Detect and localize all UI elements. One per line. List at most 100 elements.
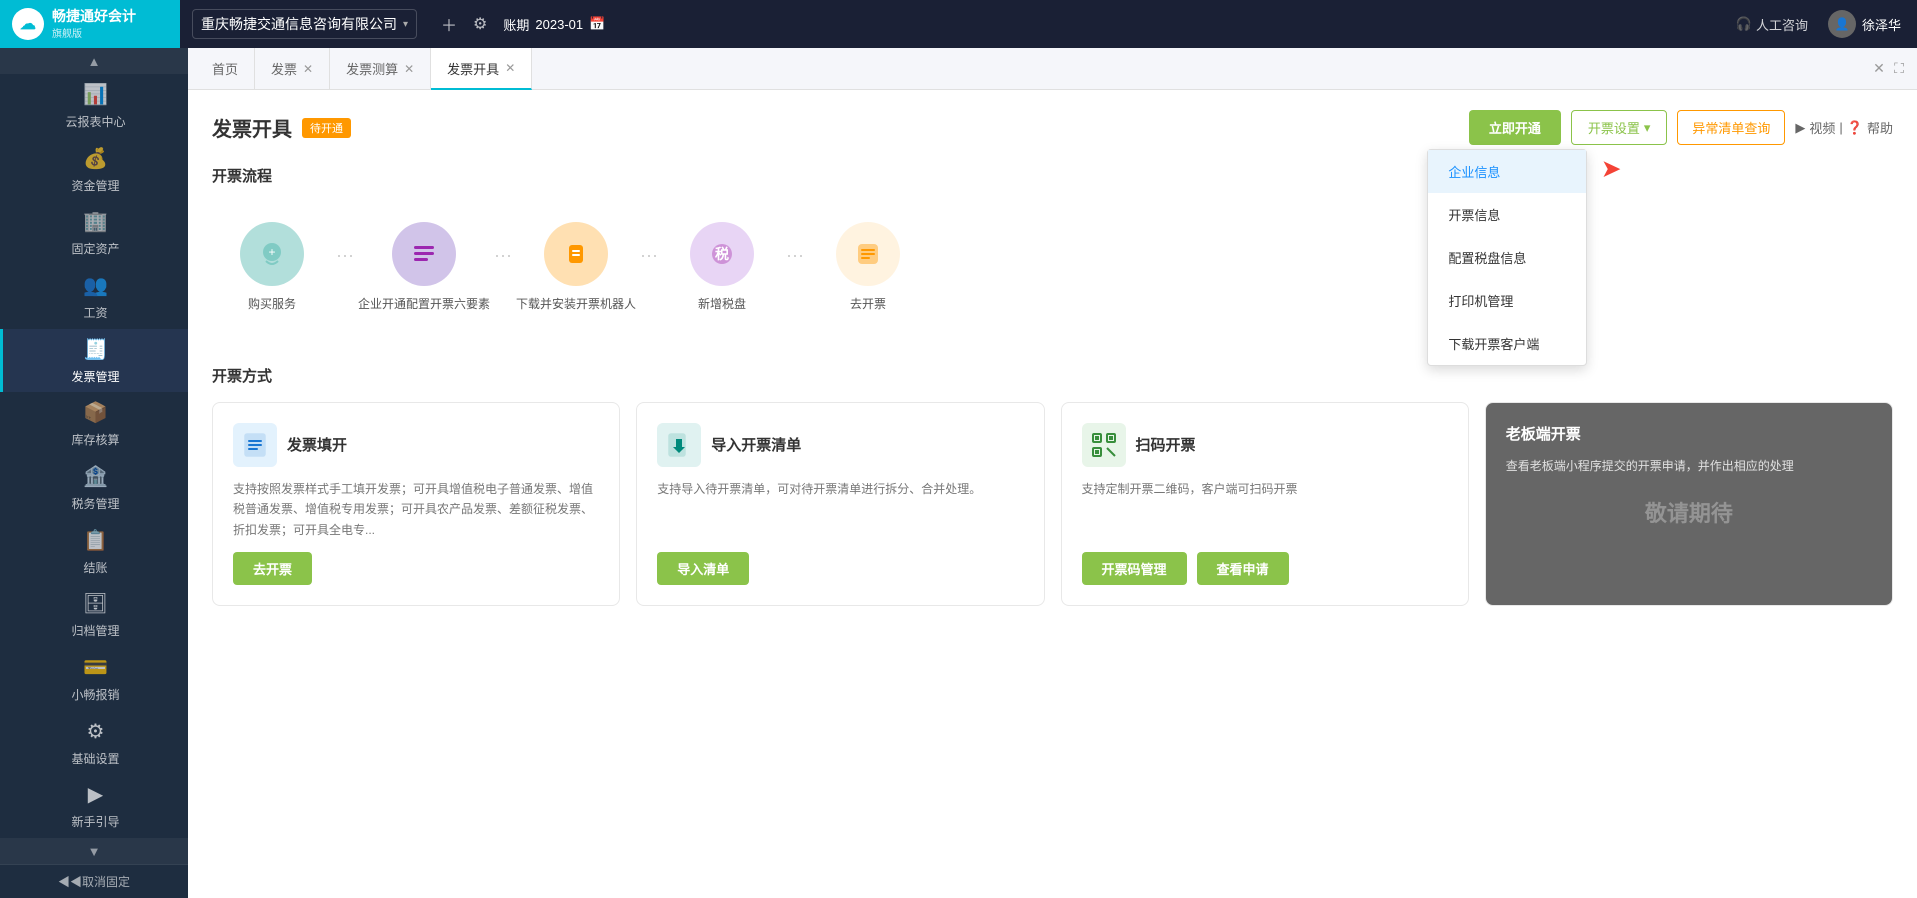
sidebar-label: 基础设置 xyxy=(71,750,119,767)
settings-icon[interactable]: ⚙ xyxy=(473,14,487,34)
import-invoice-button[interactable]: 导入清单 xyxy=(657,552,749,585)
dropdown-item-printer[interactable]: 打印机管理 xyxy=(1428,279,1586,322)
sidebar-item-inventory[interactable]: 📦 库存核算 xyxy=(0,392,188,456)
sidebar-scroll-up[interactable]: ▲ xyxy=(0,48,188,74)
arrow-icon: ➤ xyxy=(1602,156,1620,182)
sidebar-scroll-down[interactable]: ▼ xyxy=(0,838,188,864)
logo-sub: 旗舰版 xyxy=(52,25,136,40)
top-bar-right: 🎧 人工咨询 👤 徐泽华 xyxy=(1736,10,1901,38)
close-tab-invoice[interactable]: ✕ xyxy=(303,62,313,76)
method-card-fill: 发票填开 支持按照发票样式手工填开发票；可开具增值税电子普通发票、增值税普通发票… xyxy=(212,402,620,606)
tax-icon: 🏦 xyxy=(83,464,108,489)
maximize-icon[interactable]: ⛶ xyxy=(1889,59,1909,79)
scan-invoice-title: 扫码开票 xyxy=(1136,434,1196,455)
import-invoice-title: 导入开票清单 xyxy=(711,434,801,455)
import-invoice-desc: 支持导入待开票清单，可对待开票清单进行拆分、合并处理。 xyxy=(657,479,1023,499)
logo-icon: ☁ xyxy=(12,8,44,40)
fill-invoice-title: 发票填开 xyxy=(287,434,347,455)
sidebar-item-guide[interactable]: ▶ 新手引导 xyxy=(0,774,188,838)
user-name: 徐泽华 xyxy=(1862,15,1901,34)
flow-arrow-2: ··· xyxy=(494,245,512,266)
report-icon: 💳 xyxy=(83,655,108,680)
sidebar-cancel-pin[interactable]: ◀◀取消固定 xyxy=(0,864,188,898)
dropdown-item-invoice-info[interactable]: 开票信息 xyxy=(1428,193,1586,236)
add-button[interactable]: ＋ xyxy=(441,12,457,36)
flow-step-4: 税 新增税盘 xyxy=(662,222,782,313)
scan-invoice-icon xyxy=(1082,423,1126,467)
flow-step-1: + 购买服务 xyxy=(212,222,332,313)
sidebar-item-fund[interactable]: 💰 资金管理 xyxy=(0,138,188,202)
flow-step-3: 下载并安装开票机器人 xyxy=(516,222,636,313)
flow-icon-5 xyxy=(836,222,900,286)
sidebar-label: 资金管理 xyxy=(71,177,119,194)
tab-invoice-issue[interactable]: 发票开具 ✕ xyxy=(431,48,532,90)
flow-arrow-3: ··· xyxy=(640,245,658,266)
tab-invoice-calc[interactable]: 发票测算 ✕ xyxy=(330,48,431,90)
sidebar-label: 工资 xyxy=(83,304,107,321)
service-button[interactable]: 🎧 人工咨询 xyxy=(1736,15,1808,34)
method-cards: 发票填开 支持按照发票样式手工填开发票；可开具增值税电子普通发票、增值税普通发票… xyxy=(212,402,1893,606)
sidebar-label: 发票管理 xyxy=(71,368,119,385)
flow-label-1: 购买服务 xyxy=(248,296,296,313)
sidebar-item-fixed-assets[interactable]: 🏢 固定资产 xyxy=(0,202,188,266)
fill-invoice-icon xyxy=(233,423,277,467)
fund-icon: 💰 xyxy=(83,146,108,171)
sidebar-label: 小畅报销 xyxy=(71,686,119,703)
close-window-icon[interactable]: ✕ xyxy=(1869,59,1889,79)
inventory-icon: 📦 xyxy=(83,400,108,425)
method-card-import: 导入开票清单 支持导入待开票清单，可对待开票清单进行拆分、合并处理。 导入清单 xyxy=(636,402,1044,606)
qr-manage-button[interactable]: 开票码管理 xyxy=(1082,552,1187,585)
dropdown-item-company-info[interactable]: 企业信息 ➤ xyxy=(1428,150,1586,193)
flow-label-5: 去开票 xyxy=(850,296,886,313)
page-content: 发票开具 待开通 立即开通 开票设置 ▾ 企业信息 xyxy=(188,90,1917,898)
dropdown-item-tax-config[interactable]: 配置税盘信息 xyxy=(1428,236,1586,279)
logo-area: ☁ 畅捷通好会计 旗舰版 xyxy=(0,0,180,48)
fill-invoice-desc: 支持按照发票样式手工填开发票；可开具增值税电子普通发票、增值税普通发票、增值税专… xyxy=(233,479,599,540)
sidebar-item-payroll[interactable]: 👥 工资 xyxy=(0,265,188,329)
tab-home[interactable]: 首页 xyxy=(196,48,255,90)
invoice-settings-button[interactable]: 开票设置 ▾ xyxy=(1571,110,1668,145)
cloud-report-icon: 📊 xyxy=(83,82,108,107)
close-tab-issue[interactable]: ✕ xyxy=(505,61,515,75)
fill-invoice-button[interactable]: 去开票 xyxy=(233,552,312,585)
sidebar-label: 库存核算 xyxy=(71,431,119,448)
page-title: 发票开具 待开通 xyxy=(212,113,351,142)
settings-dropdown-menu: 企业信息 ➤ 开票信息 配置税盘信息 打印机管理 xyxy=(1427,149,1587,366)
tab-invoice[interactable]: 发票 ✕ xyxy=(255,48,330,90)
flow-icon-2 xyxy=(392,222,456,286)
scan-invoice-desc: 支持定制开票二维码，客户端可扫码开票 xyxy=(1082,479,1448,499)
video-help[interactable]: ▶ 视频 | ❓ 帮助 xyxy=(1795,118,1893,137)
flow-section-title: 开票流程 xyxy=(212,165,1893,186)
view-apply-button[interactable]: 查看申请 xyxy=(1197,552,1289,585)
sidebar-item-invoice[interactable]: 🧾 发票管理 xyxy=(0,329,188,393)
page-actions: 立即开通 开票设置 ▾ 企业信息 ➤ xyxy=(1469,110,1893,145)
sidebar: ▲ 📊 云报表中心 💰 资金管理 🏢 固定资产 👥 工资 🧾 发票管理 📦 库存… xyxy=(0,48,188,898)
sidebar-item-archive[interactable]: 🗄 归档管理 xyxy=(0,583,188,647)
sidebar-item-report[interactable]: 💳 小畅报销 xyxy=(0,647,188,711)
user-area[interactable]: 👤 徐泽华 xyxy=(1828,10,1901,38)
overlay-text: 敬请期待 xyxy=(1506,496,1872,528)
flow-arrow-4: ··· xyxy=(786,245,804,266)
window-controls: ✕ ⛶ xyxy=(1869,59,1909,79)
sidebar-item-tax[interactable]: 🏦 税务管理 xyxy=(0,456,188,520)
flow-steps: + 购买服务 ··· 企业开通配置开票六要素 ··· 下载并安装开票机器人 xyxy=(212,202,1893,333)
settings-icon: ⚙ xyxy=(87,719,105,744)
sidebar-item-cloud-report[interactable]: 📊 云报表中心 xyxy=(0,74,188,138)
flow-label-3: 下载并安装开票机器人 xyxy=(516,296,636,313)
sidebar-item-settings[interactable]: ⚙ 基础设置 xyxy=(0,711,188,775)
flow-arrow-1: ··· xyxy=(336,245,354,266)
play-icon: ▶ xyxy=(1795,120,1805,136)
activate-button[interactable]: 立即开通 xyxy=(1469,110,1561,145)
sidebar-label: 固定资产 xyxy=(71,240,119,257)
close-tab-calc[interactable]: ✕ xyxy=(404,62,414,76)
flow-step-2: 企业开通配置开票六要素 xyxy=(358,222,490,313)
boss-invoice-desc: 查看老板端小程序提交的开票申请，并作出相应的处理 xyxy=(1506,456,1872,476)
sidebar-item-account[interactable]: 📋 结账 xyxy=(0,520,188,584)
account-icon: 📋 xyxy=(83,528,108,553)
company-selector[interactable]: 重庆畅捷交通信息咨询有限公司 ▾ xyxy=(192,9,417,39)
company-name: 重庆畅捷交通信息咨询有限公司 xyxy=(201,14,397,34)
main-layout: ▲ 📊 云报表中心 💰 资金管理 🏢 固定资产 👥 工资 🧾 发票管理 📦 库存… xyxy=(0,48,1917,898)
calendar-icon[interactable]: 📅 xyxy=(589,16,605,32)
abnormal-list-button[interactable]: 异常清单查询 xyxy=(1677,110,1785,145)
dropdown-item-download-client[interactable]: 下载开票客户端 xyxy=(1428,322,1586,365)
